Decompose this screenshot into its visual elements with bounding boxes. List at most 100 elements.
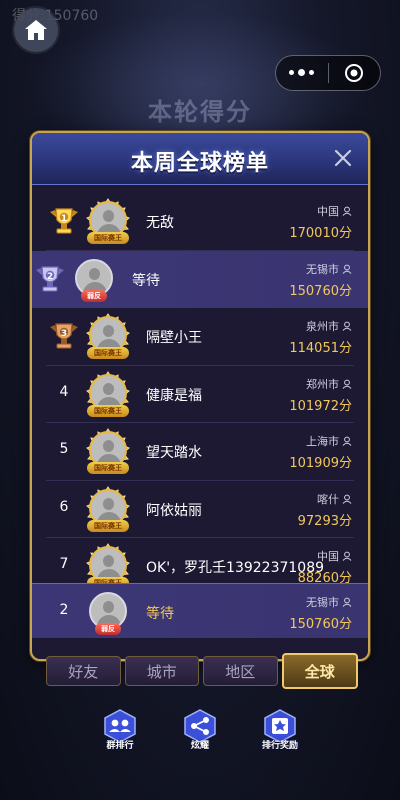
avatar-frame[interactable]: 国际赛王 [84, 370, 132, 419]
location-text: 无锡市 [306, 262, 339, 276]
player-name: 健康是福 [146, 387, 202, 404]
rank-badge: 1 [48, 206, 80, 236]
rank-number: 4 [59, 383, 69, 400]
home-icon [25, 20, 47, 40]
player-location: 上海市 [306, 433, 352, 449]
player-name: 等待 [132, 272, 160, 289]
person-icon [342, 206, 352, 216]
player-name: 等待 [146, 606, 174, 622]
bottom-bar: 群排行 炫耀 排行奖励 [0, 706, 400, 766]
location-text: 郑州市 [306, 377, 339, 391]
more-button[interactable] [276, 56, 328, 90]
player-name: 无敌 [146, 215, 174, 231]
leaderboard-list[interactable]: 1 国际赛王 无敌 中国 170010分 2 弱反 等待 无锡市 150760分 3 国际… [32, 193, 368, 596]
avatar-head [89, 267, 100, 280]
title-tag: 弱反 [95, 623, 121, 635]
rank-number: 6 [59, 498, 69, 515]
player-location: 喀什 [317, 491, 352, 507]
title-tag: 国际赛王 [87, 462, 129, 474]
tab-city[interactable]: 城市 [124, 656, 199, 686]
tab-region[interactable]: 地区 [203, 656, 278, 686]
leaderboard-panel: 本周全球榜单 1 国际赛王 无敌 中国 170010分 2 弱反 等待 无锡市 15076… [30, 131, 370, 661]
location-text: 上海市 [306, 435, 339, 448]
title-tag: 国际赛王 [87, 519, 129, 532]
avatar-frame[interactable]: 国际赛王 [84, 313, 132, 361]
avatar-head [103, 382, 114, 395]
player-name: 望天踏水 [146, 445, 202, 461]
player-score: 101972分 [289, 398, 352, 414]
title-tag: 国际赛王 [87, 347, 129, 359]
rank-number: 2 [59, 602, 69, 618]
person-icon [342, 494, 352, 504]
rank-badge: 3 [48, 321, 80, 351]
player-score: 101909分 [289, 456, 352, 471]
location-text: 中国 [317, 550, 339, 563]
player-score: 97293分 [297, 513, 352, 529]
location-text: 中国 [317, 205, 339, 218]
share-button[interactable]: 炫耀 [177, 706, 223, 762]
title-tag: 弱反 [81, 289, 107, 302]
avatar-head [103, 210, 114, 222]
player-name: 隔壁小王 [146, 330, 202, 346]
player-score: 150760分 [289, 283, 352, 299]
close-button[interactable] [332, 147, 354, 169]
leaderboard-row[interactable]: 2 弱反 等待 无锡市 150760分 [32, 250, 368, 308]
rank-badge: 2 [34, 264, 66, 294]
rank-number: 1 [60, 214, 68, 224]
location-text: 泉州市 [306, 320, 339, 333]
player-location: 无锡市 [306, 261, 352, 277]
leaderboard-row[interactable]: 4 国际赛王 健康是福 郑州市 101972分 [46, 366, 354, 423]
player-location: 无锡市 [306, 594, 352, 610]
title-tag: 国际赛王 [87, 404, 129, 417]
rank-number: 5 [59, 441, 69, 457]
location-text: 无锡市 [306, 596, 339, 609]
avatar-head [103, 601, 114, 613]
reward-button[interactable]: 排行奖励 [257, 706, 303, 762]
home-button[interactable] [14, 8, 58, 52]
leaderboard-row[interactable]: 3 国际赛王 隔壁小王 泉州市 114051分 [46, 308, 354, 366]
avatar-frame[interactable]: 国际赛王 [84, 198, 132, 246]
avatar-frame[interactable]: 弱反 [70, 256, 118, 304]
self-rank-inner: 2 弱反 等待 无锡市 150760分 [46, 584, 354, 642]
group-rank-button[interactable]: 群排行 [97, 706, 143, 762]
leaderboard-row[interactable]: 1 国际赛王 无敌 中国 170010分 [46, 193, 354, 251]
avatar-head [103, 497, 114, 510]
rank-number: 2 [46, 271, 54, 282]
tab-friends[interactable]: 好友 [46, 656, 121, 686]
self-rank-row[interactable]: 2 弱反 等待 无锡市 150760分 [32, 583, 368, 638]
person-icon [342, 597, 352, 607]
avatar-frame[interactable]: 弱反 [84, 589, 132, 637]
player-location: 中国 [317, 548, 352, 564]
scope-tabs: 好友 城市 地区 全球 [46, 653, 358, 689]
rank-number: 3 [60, 329, 68, 339]
player-score: 170010分 [289, 226, 352, 241]
bottom-label: 排行奖励 [261, 741, 298, 751]
title-tag: 国际赛王 [87, 232, 129, 244]
person-icon [342, 551, 352, 561]
exit-button[interactable] [329, 56, 381, 90]
player-score: 114051分 [289, 341, 352, 356]
tab-global[interactable]: 全球 [281, 653, 358, 689]
avatar-head [103, 440, 114, 452]
player-location: 中国 [317, 203, 352, 219]
target-icon [345, 64, 364, 82]
panel-header: 本周全球榜单 [32, 133, 368, 185]
avatar-head [103, 555, 114, 567]
leaderboard-row[interactable]: 6 国际赛王 阿依姑丽 喀什 97293分 [46, 481, 354, 538]
player-location: 郑州市 [306, 376, 352, 392]
person-icon [342, 436, 352, 446]
leaderboard-row[interactable]: 5 国际赛王 望天踏水 上海市 101909分 [46, 423, 354, 481]
panel-title: 本周全球榜单 [130, 151, 269, 176]
avatar-frame[interactable]: 国际赛王 [84, 428, 132, 476]
avatar-frame[interactable]: 国际赛王 [84, 485, 132, 534]
avatar-head [103, 325, 114, 337]
bottom-label: 群排行 [106, 741, 134, 751]
player-name: 阿依姑丽 [146, 502, 202, 519]
player-location: 泉州市 [306, 318, 352, 334]
player-score: 150760分 [289, 617, 352, 632]
bottom-label: 炫耀 [190, 741, 209, 751]
mini-program-capsule [275, 55, 381, 91]
location-text: 喀什 [317, 492, 339, 506]
more-dots-icon [289, 69, 315, 76]
person-icon [342, 321, 352, 331]
